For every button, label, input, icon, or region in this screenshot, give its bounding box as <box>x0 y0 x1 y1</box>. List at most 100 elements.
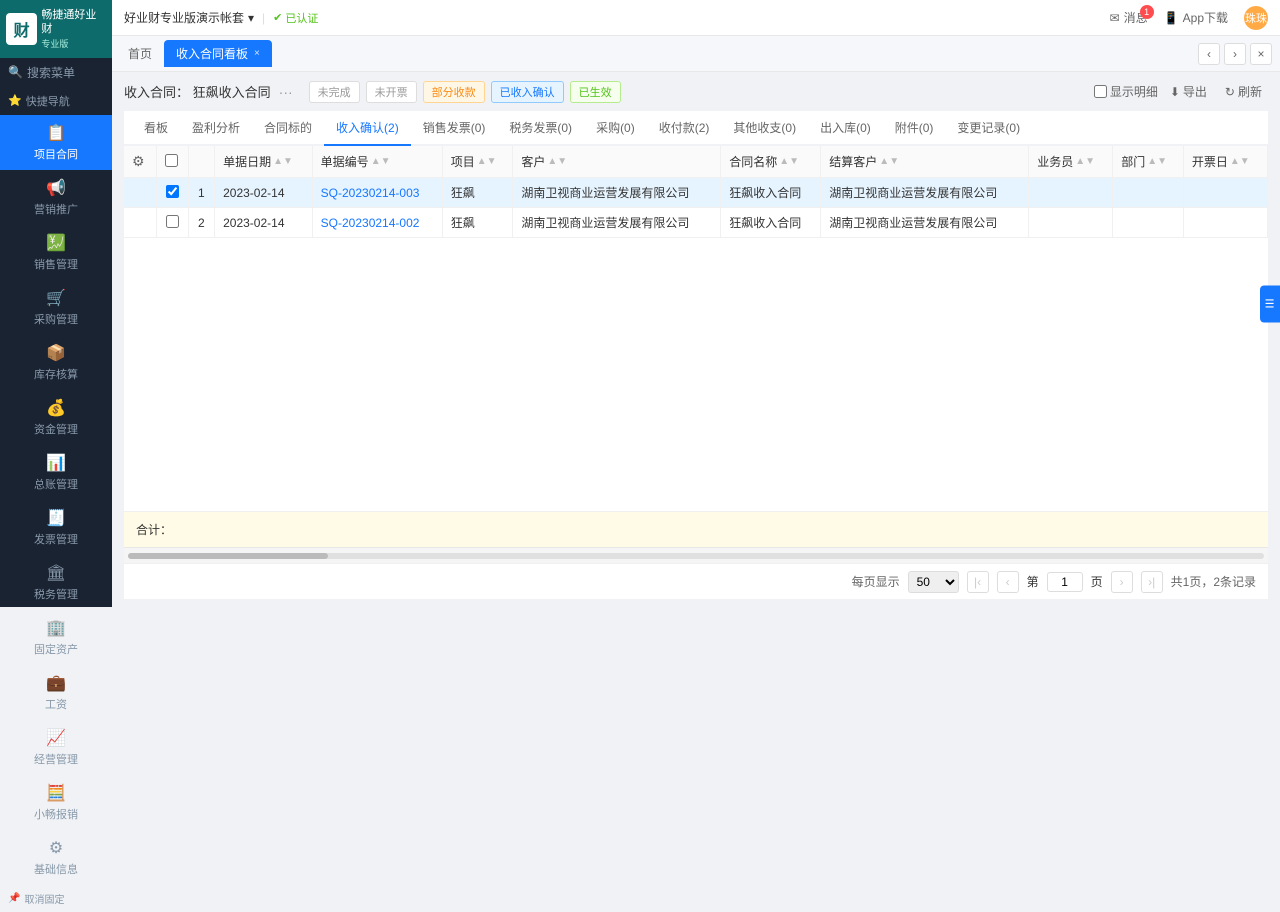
message-button[interactable]: ✉ 消息 1 <box>1110 9 1148 26</box>
company-selector[interactable]: 好业财专业版演示帐套 ▾ <box>124 9 254 26</box>
subtab-standard[interactable]: 合同标的 <box>252 111 324 146</box>
row2-billno[interactable]: SQ-20230214-002 <box>312 208 442 238</box>
sidebar-item-management[interactable]: 📈 经营管理 <box>0 720 112 775</box>
row1-checkbox-cell[interactable] <box>156 178 188 208</box>
subtab-purchase[interactable]: 采购(0) <box>584 111 647 146</box>
app-download-button[interactable]: 📱 App下载 <box>1164 9 1228 26</box>
row1-resultcustomer: 湖南卫视商业运营发展有限公司 <box>821 178 1029 208</box>
sidebar-item-label: 固定资产 <box>34 641 78 657</box>
row1-checkbox[interactable] <box>166 185 179 198</box>
status-effective[interactable]: 已生效 <box>570 81 621 103</box>
show-detail-label[interactable]: 显示明细 <box>1094 83 1158 100</box>
settings-gear-icon[interactable]: ⚙ <box>132 153 145 169</box>
col-customer-header[interactable]: 客户 ▲▼ <box>513 146 721 178</box>
col-rownum-header <box>188 146 215 178</box>
subtab-payment[interactable]: 收付款(2) <box>647 111 722 146</box>
subtab-tax-invoice[interactable]: 税务发票(0) <box>497 111 584 146</box>
refresh-button[interactable]: ↻ 刷新 <box>1219 80 1268 103</box>
row2-billno-link[interactable]: SQ-20230214-002 <box>321 216 420 230</box>
pagination-last-button[interactable]: ›| <box>1141 571 1163 593</box>
subtab-profit[interactable]: 盈利分析 <box>180 111 252 146</box>
funds-icon: 💰 <box>46 398 66 418</box>
horizontal-scrollbar[interactable] <box>124 547 1268 563</box>
sidebar-item-fixed-assets[interactable]: 🏢 固定资产 <box>0 610 112 665</box>
sidebar-item-purchase[interactable]: 🛒 采购管理 <box>0 280 112 335</box>
status-partial-collect[interactable]: 部分收款 <box>423 81 485 103</box>
tabbar-nav: ‹ › × <box>1198 43 1272 65</box>
subtab-kanban[interactable]: 看板 <box>132 111 180 146</box>
side-action-button[interactable]: ☰ <box>1260 285 1280 322</box>
search-menu-item[interactable]: 🔍 搜索菜单 <box>0 58 112 87</box>
unpin-button[interactable]: 📌 取消固定 <box>0 885 112 912</box>
select-all-checkbox[interactable] <box>165 154 178 167</box>
subtabs: 看板 盈利分析 合同标的 收入确认(2) 销售发票(0) 税务发票(0) 采购(… <box>124 111 1268 146</box>
col-opendate-header[interactable]: 开票日 ▲▼ <box>1183 146 1267 178</box>
status-confirmed[interactable]: 已收入确认 <box>491 81 564 103</box>
data-table: ⚙ 单据日期 ▲▼ <box>124 146 1268 238</box>
pagination-next-button[interactable]: › <box>1111 571 1133 593</box>
row2-checkbox[interactable] <box>166 215 179 228</box>
export-button[interactable]: ⬇ 导出 <box>1164 80 1213 103</box>
sidebar-item-invoices[interactable]: 🧾 发票管理 <box>0 500 112 555</box>
shortcuts-label: 快捷导航 <box>26 93 70 109</box>
table-row[interactable]: 1 2023-02-14 SQ-20230214-003 狂飙 湖南卫视商业运营… <box>124 178 1268 208</box>
tab-close-button[interactable]: × <box>1250 43 1272 65</box>
sidebar-item-sales[interactable]: 💹 销售管理 <box>0 225 112 280</box>
col-contractname-header[interactable]: 合同名称 ▲▼ <box>721 146 821 178</box>
tab-prev-button[interactable]: ‹ <box>1198 43 1220 65</box>
pagination: 每页显示 50 100 200 |‹ ‹ 第 1 页 › ›| 共1页，2条记录 <box>124 563 1268 599</box>
sidebar-item-tax[interactable]: 🏛 税务管理 <box>0 555 112 610</box>
col-date-header[interactable]: 单据日期 ▲▼ <box>215 146 313 178</box>
sidebar-item-project[interactable]: 📋 项目合同 <box>0 115 112 170</box>
row1-billno-link[interactable]: SQ-20230214-003 <box>321 186 420 200</box>
close-tab-button[interactable]: × <box>254 48 260 59</box>
sidebar-item-label: 资金管理 <box>34 421 78 437</box>
row2-settings-cell <box>124 208 156 238</box>
col-checkbox-header[interactable] <box>156 146 188 178</box>
tab-next-button[interactable]: › <box>1224 43 1246 65</box>
per-page-select[interactable]: 50 100 200 <box>908 571 959 593</box>
subtab-confirm[interactable]: 收入确认(2) <box>324 111 411 146</box>
col-project-header[interactable]: 项目 ▲▼ <box>442 146 513 178</box>
pagination-first-button[interactable]: |‹ <box>967 571 989 593</box>
sidebar-item-inventory[interactable]: 📦 库存核算 <box>0 335 112 390</box>
row1-project: 狂飙 <box>442 178 513 208</box>
avatar-button[interactable]: 珠珠 <box>1244 6 1268 30</box>
table-row[interactable]: 2 2023-02-14 SQ-20230214-002 狂飙 湖南卫视商业运营… <box>124 208 1268 238</box>
subtab-outbound[interactable]: 出入库(0) <box>808 111 883 146</box>
col-billno-header[interactable]: 单据编号 ▲▼ <box>312 146 442 178</box>
contract-more-button[interactable]: ··· <box>279 84 293 100</box>
subtab-attachments[interactable]: 附件(0) <box>883 111 946 146</box>
page-number-input[interactable]: 1 <box>1047 572 1083 592</box>
sidebar-item-basic[interactable]: ⚙ 基础信息 <box>0 830 112 885</box>
sidebar-item-xiaopang[interactable]: 🧮 小畅报销 <box>0 775 112 830</box>
sidebar-item-funds[interactable]: 💰 资金管理 <box>0 390 112 445</box>
total-row: 合计： <box>124 511 1268 547</box>
col-settings-header[interactable]: ⚙ <box>124 146 156 178</box>
subtab-change-log[interactable]: 变更记录(0) <box>945 111 1032 146</box>
purchase-icon: 🛒 <box>46 288 66 308</box>
page-label-after: 页 <box>1091 573 1103 590</box>
tabbar: 首页 收入合同看板 × ‹ › × <box>112 36 1280 72</box>
active-tab[interactable]: 收入合同看板 × <box>164 40 272 67</box>
status-no-invoice[interactable]: 未开票 <box>366 81 417 103</box>
subtab-sales-invoice[interactable]: 销售发票(0) <box>411 111 498 146</box>
home-tab[interactable]: 首页 <box>120 41 160 66</box>
scrollbar-track[interactable] <box>128 553 1264 559</box>
pagination-prev-button[interactable]: ‹ <box>997 571 1019 593</box>
status-incomplete[interactable]: 未完成 <box>309 81 360 103</box>
row2-checkbox-cell[interactable] <box>156 208 188 238</box>
sidebar-item-general[interactable]: 📊 总账管理 <box>0 445 112 500</box>
col-resultcustomer-header[interactable]: 结算客户 ▲▼ <box>821 146 1029 178</box>
sales-icon: 💹 <box>46 233 66 253</box>
show-detail-checkbox[interactable] <box>1094 85 1107 98</box>
table-container: ⚙ 单据日期 ▲▼ <box>124 146 1268 511</box>
row1-billno[interactable]: SQ-20230214-003 <box>312 178 442 208</box>
sidebar-item-marketing[interactable]: 📢 营销推广 <box>0 170 112 225</box>
sidebar-item-labor[interactable]: 💼 工资 <box>0 665 112 720</box>
subtab-other-income[interactable]: 其他收支(0) <box>721 111 808 146</box>
scrollbar-thumb[interactable] <box>128 553 328 559</box>
col-department-header[interactable]: 部门 ▲▼ <box>1113 146 1184 178</box>
col-salesperson-header[interactable]: 业务员 ▲▼ <box>1029 146 1113 178</box>
shortcuts-item[interactable]: ⭐ 快捷导航 <box>0 87 112 115</box>
